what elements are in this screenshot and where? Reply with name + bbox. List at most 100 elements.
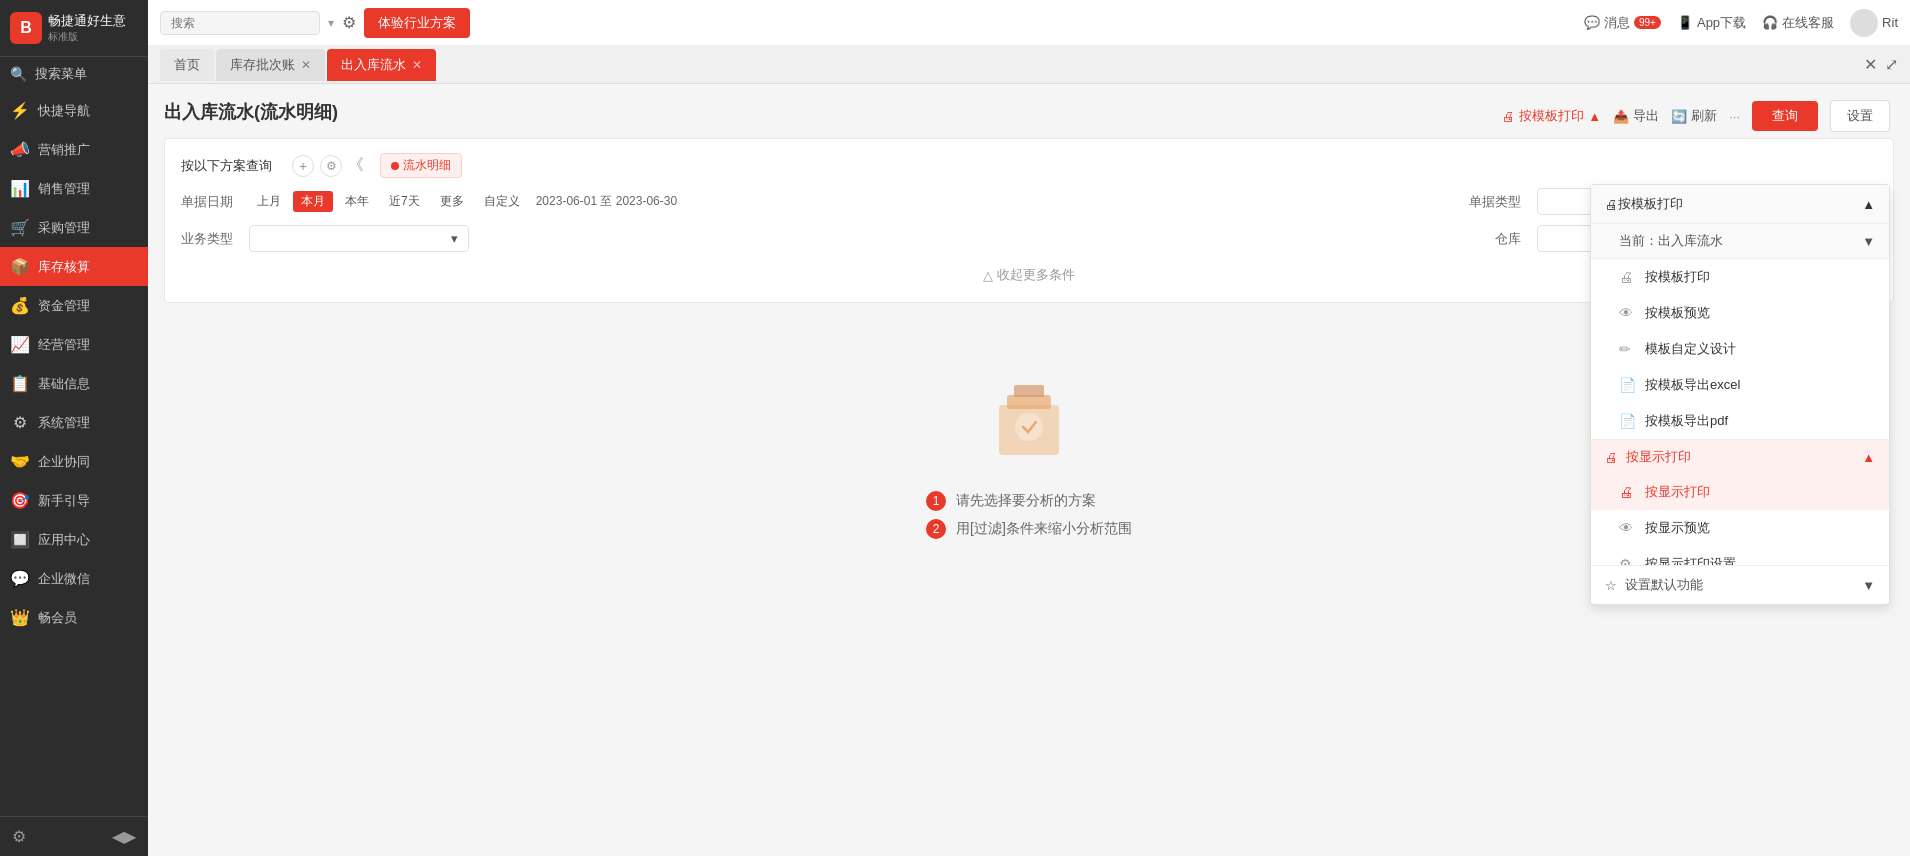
tabbar: 首页 库存批次账 ✕ 出入库流水 ✕ ✕ ⤢: [148, 46, 1910, 84]
message-button[interactable]: 💬 消息 99+: [1584, 14, 1661, 32]
industry-solution-button[interactable]: 体验行业方案: [364, 8, 470, 38]
query-button[interactable]: 查询: [1752, 101, 1818, 131]
date-btn-7days[interactable]: 近7天: [381, 191, 428, 212]
message-icon: 💬: [1584, 15, 1600, 30]
empty-illustration: [979, 375, 1079, 475]
template-print-icon: 🖨: [1619, 269, 1637, 285]
dropdown-item-template-print[interactable]: 🖨 按模板打印: [1591, 259, 1889, 295]
settings-icon[interactable]: ⚙: [12, 827, 26, 846]
toolbar: 🖨 按模板打印 ▲ 📤 导出 🔄 刷新 ··· 查询 设置: [1502, 100, 1890, 132]
dropdown-item-display-print[interactable]: 🖨 按显示打印: [1591, 474, 1889, 510]
dropdown-item-template-pdf[interactable]: 📄 按模板导出pdf: [1591, 403, 1889, 439]
tab-batch-account[interactable]: 库存批次账 ✕: [216, 49, 325, 81]
topbar-search-input[interactable]: [160, 11, 320, 35]
logo-text: 畅捷通好生意 标准版: [48, 12, 126, 44]
app-logo: B 畅捷通好生意 标准版: [0, 0, 148, 57]
empty-step-2: 2 用[过滤]条件来缩小分析范围: [926, 519, 1132, 539]
operation-icon: 📈: [10, 335, 30, 354]
sidebar-item-wechat[interactable]: 💬 企业微信: [0, 559, 148, 598]
filter-tag[interactable]: 流水明细: [380, 153, 462, 178]
filter-gear-button[interactable]: ⚙: [320, 155, 342, 177]
svg-point-3: [1015, 413, 1043, 441]
member-icon: 👑: [10, 608, 30, 627]
sidebar-bottom: ⚙ ◀▶: [0, 816, 148, 856]
sidebar-item-basic[interactable]: 📋 基础信息: [0, 364, 148, 403]
phone-icon: 📱: [1677, 15, 1693, 30]
topbar: ▾ ⚙ 体验行业方案 💬 消息 99+ 📱 App下载 🎧 在线客服 Rit: [148, 0, 1910, 46]
sidebar-item-finance[interactable]: 💰 资金管理: [0, 286, 148, 325]
close-window-icon[interactable]: ✕: [1864, 55, 1877, 74]
sidebar-item-quick-nav[interactable]: ⚡ 快捷导航: [0, 91, 148, 130]
dropdown-item-template-design[interactable]: ✏ 模板自定义设计: [1591, 331, 1889, 367]
marketing-icon: 📣: [10, 140, 30, 159]
business-type-select[interactable]: ▾: [249, 225, 469, 252]
user-avatar[interactable]: Rit: [1850, 9, 1898, 37]
expand-window-icon[interactable]: ⤢: [1885, 55, 1898, 74]
system-icon: ⚙: [10, 413, 30, 432]
date-btn-more[interactable]: 更多: [432, 191, 472, 212]
expand-arrow-icon: ▲: [1588, 109, 1601, 124]
display-settings-icon: ⚙: [1619, 556, 1637, 565]
display-print-item-icon: 🖨: [1619, 484, 1637, 500]
filter-add-button[interactable]: +: [292, 155, 314, 177]
dropdown-item-display-preview[interactable]: 👁 按显示预览: [1591, 510, 1889, 546]
sidebar: B 畅捷通好生意 标准版 🔍 搜索菜单 ⚡ 快捷导航 📣 营销推广 📊 销售管理…: [0, 0, 148, 856]
display-print-icon: 🖨: [1605, 450, 1618, 465]
date-btn-this-month[interactable]: 本月: [293, 191, 333, 212]
dropdown-item-display-settings[interactable]: ⚙ 按显示打印设置: [1591, 546, 1889, 565]
filter-collapse-button[interactable]: 《: [348, 155, 364, 176]
dropdown-item-template-preview[interactable]: 👁 按模板预览: [1591, 295, 1889, 331]
date-btn-this-year[interactable]: 本年: [337, 191, 377, 212]
page-content: 出入库流水(流水明细) 🖨 按模板打印 ▲ 📤 导出 🔄 刷新 ··· 查询 设…: [148, 84, 1910, 856]
settings-button[interactable]: 设置: [1830, 100, 1890, 132]
dropdown-expand-icon[interactable]: ▲: [1862, 197, 1875, 212]
dropdown-header: 🖨 按模板打印 ▲: [1591, 185, 1889, 224]
online-service-button[interactable]: 🎧 在线客服: [1762, 14, 1834, 32]
purchase-icon: 🛒: [10, 218, 30, 237]
tab-flow[interactable]: 出入库流水 ✕: [327, 49, 436, 81]
date-btn-custom[interactable]: 自定义: [476, 191, 528, 212]
display-preview-icon: 👁: [1619, 520, 1637, 536]
tab-flow-close[interactable]: ✕: [412, 58, 422, 72]
wechat-icon: 💬: [10, 569, 30, 588]
finance-icon: 💰: [10, 296, 30, 315]
print-icon: 🖨: [1502, 109, 1515, 124]
sidebar-item-inventory[interactable]: 📦 库存核算: [0, 247, 148, 286]
sidebar-item-operation[interactable]: 📈 经营管理: [0, 325, 148, 364]
app-download-button[interactable]: 📱 App下载: [1677, 14, 1746, 32]
print-template-button[interactable]: 🖨 按模板打印 ▲: [1502, 107, 1601, 125]
sales-icon: 📊: [10, 179, 30, 198]
sidebar-item-member[interactable]: 👑 畅会员: [0, 598, 148, 637]
dropdown-current-item[interactable]: 当前：出入库流水 ▼: [1591, 224, 1889, 259]
topbar-gear-icon[interactable]: ⚙: [342, 13, 356, 32]
collapse-icon[interactable]: ◀▶: [112, 827, 136, 846]
print-header-icon: 🖨: [1605, 197, 1618, 212]
avatar-image: [1850, 9, 1878, 37]
toolbar-ellipsis[interactable]: ···: [1729, 109, 1740, 124]
tab-batch-account-close[interactable]: ✕: [301, 58, 311, 72]
template-excel-icon: 📄: [1619, 377, 1637, 393]
topbar-left: ▾ ⚙ 体验行业方案: [160, 8, 1584, 38]
sidebar-item-app-center[interactable]: 🔲 应用中心: [0, 520, 148, 559]
export-button[interactable]: 📤 导出: [1613, 107, 1659, 125]
date-btn-last-month[interactable]: 上月: [249, 191, 289, 212]
display-print-section[interactable]: 🖨 按显示打印 ▲: [1591, 440, 1889, 474]
topbar-search-arrow[interactable]: ▾: [328, 16, 334, 30]
sidebar-item-enterprise[interactable]: 🤝 企业协同: [0, 442, 148, 481]
footer-arrow-icon: ▼: [1862, 578, 1875, 593]
current-arrow-icon: ▼: [1862, 234, 1875, 249]
export-icon: 📤: [1613, 109, 1629, 124]
sidebar-item-purchase[interactable]: 🛒 采购管理: [0, 208, 148, 247]
sidebar-item-newbie[interactable]: 🎯 新手引导: [0, 481, 148, 520]
newbie-icon: 🎯: [10, 491, 30, 510]
refresh-button[interactable]: 🔄 刷新: [1671, 107, 1717, 125]
sidebar-item-system[interactable]: ⚙ 系统管理: [0, 403, 148, 442]
dropdown-item-template-excel[interactable]: 📄 按模板导出excel: [1591, 367, 1889, 403]
dropdown-footer[interactable]: ☆ 设置默认功能 ▼: [1591, 565, 1889, 604]
tab-home[interactable]: 首页: [160, 49, 214, 81]
sidebar-item-marketing[interactable]: 📣 营销推广: [0, 130, 148, 169]
sidebar-search[interactable]: 🔍 搜索菜单: [0, 57, 148, 91]
search-icon: 🔍: [10, 66, 27, 82]
template-preview-icon: 👁: [1619, 305, 1637, 321]
sidebar-item-sales[interactable]: 📊 销售管理: [0, 169, 148, 208]
